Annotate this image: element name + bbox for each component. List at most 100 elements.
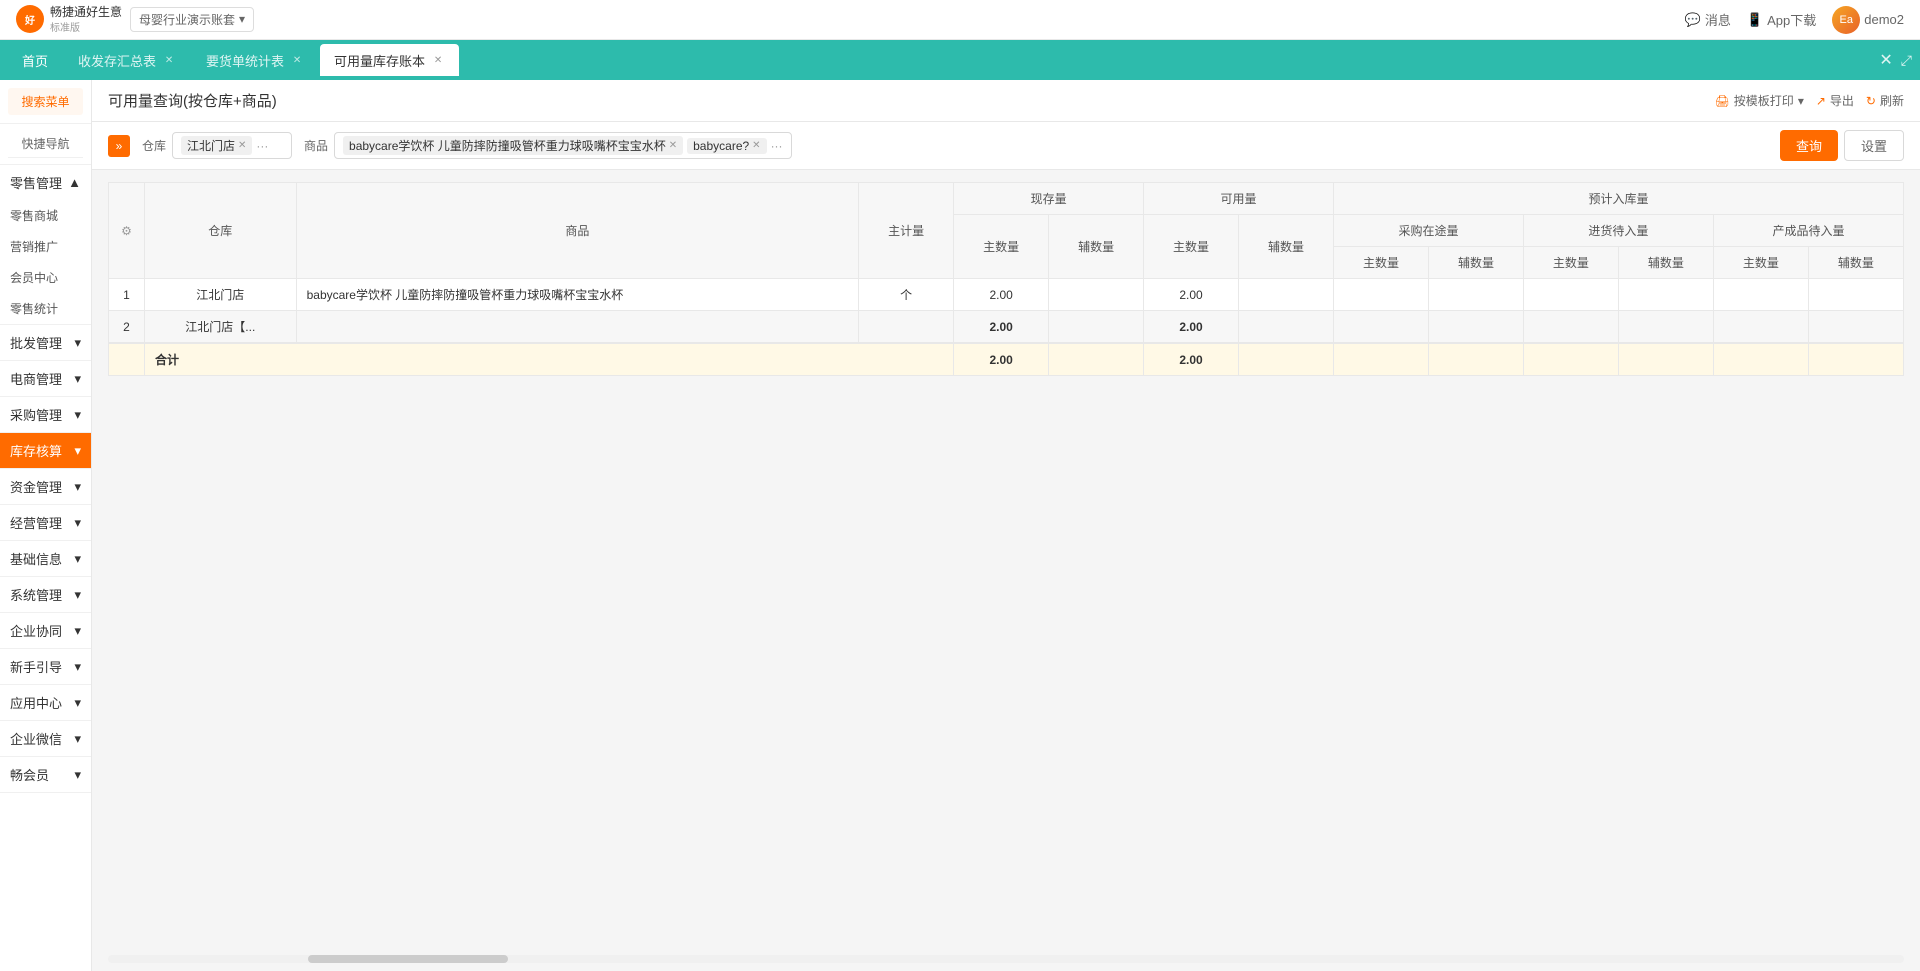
tab-keyong-close[interactable]: ✕ bbox=[431, 53, 445, 67]
table-row: 2 江北门店【... 2.00 2.00 bbox=[109, 311, 1904, 344]
logo-sub: 标准版 bbox=[50, 19, 122, 34]
sidebar-section-kucun-title[interactable]: 库存核算 ▾ bbox=[0, 433, 91, 468]
tab-yaohuo[interactable]: 要货单统计表 ✕ bbox=[192, 44, 318, 76]
quick-nav-button[interactable]: 快捷导航 bbox=[8, 130, 83, 158]
footer-pur-main bbox=[1334, 343, 1429, 376]
user-menu[interactable]: Ea demo2 bbox=[1832, 6, 1904, 34]
nav-close-icon[interactable]: ✕ bbox=[1879, 50, 1892, 70]
table-settings-icon[interactable]: ⚙ bbox=[121, 224, 132, 238]
product-input[interactable]: babycare学饮杯 儿童防摔防撞吸管杯重力球吸嘴杯宝宝水杯 ✕ babyca… bbox=[334, 132, 792, 159]
th-expected-group: 预计入库量 bbox=[1334, 183, 1904, 215]
data-table: ⚙ 仓库 商品 主计量 现存量 可用量 预计入库量 主数量 辅数量 主数量 辅数… bbox=[108, 182, 1904, 376]
sidebar-section-lingxiao: 零售管理 ▲ 零售商城 营销推广 会员中心 零售统计 bbox=[0, 165, 91, 325]
chevron-icon-jichu: ▾ bbox=[74, 551, 81, 567]
sidebar-item-huiyuan[interactable]: 会员中心 bbox=[0, 262, 91, 293]
sidebar-section-jichu-title[interactable]: 基础信息 ▾ bbox=[0, 541, 91, 576]
footer-inc-main bbox=[1523, 343, 1618, 376]
horizontal-scrollbar[interactable] bbox=[108, 955, 1904, 963]
sidebar-section-zijin-title[interactable]: 资金管理 ▾ bbox=[0, 469, 91, 504]
chevron-icon-diandian: ▾ bbox=[74, 371, 81, 387]
settings-button[interactable]: 设置 bbox=[1844, 130, 1904, 161]
table-body: 1 江北门店 babycare学饮杯 儿童防摔防撞吸管杯重力球吸嘴杯宝宝水杯 个… bbox=[109, 279, 1904, 344]
sidebar-section-diandian: 电商管理 ▾ bbox=[0, 361, 91, 397]
sidebar-section-qiye-title[interactable]: 企业协同 ▾ bbox=[0, 613, 91, 648]
app-download-action[interactable]: 📱 App下载 bbox=[1747, 10, 1816, 29]
scroll-thumb[interactable] bbox=[308, 955, 508, 963]
cell-unit-2 bbox=[859, 311, 954, 344]
sidebar-section-qiyeweixin-title[interactable]: 企业微信 ▾ bbox=[0, 721, 91, 756]
cell-avail-aux-1 bbox=[1239, 279, 1334, 311]
chevron-icon: ▲ bbox=[68, 175, 81, 190]
sidebar-section-caigou-title[interactable]: 采购管理 ▾ bbox=[0, 397, 91, 432]
cell-prod-main-1 bbox=[1713, 279, 1808, 311]
sidebar-item-yingxiao[interactable]: 营销推广 bbox=[0, 231, 91, 262]
cell-stock-main-2: 2.00 bbox=[954, 311, 1049, 344]
message-action[interactable]: 💬 消息 bbox=[1685, 10, 1731, 29]
logo-icon: 好 bbox=[16, 5, 44, 33]
filter-bar: » 仓库 江北门店 ✕ ··· 商品 babycare学饮杯 儿童防摔防撞吸管杯… bbox=[92, 122, 1920, 170]
th-stock-group: 现存量 bbox=[954, 183, 1144, 215]
template-select-label: 母婴行业演示账套 bbox=[139, 11, 235, 28]
cell-inc-aux-2 bbox=[1618, 311, 1713, 344]
cell-warehouse-1: 江北门店 bbox=[145, 279, 297, 311]
sidebar-section-pifa-title[interactable]: 批发管理 ▾ bbox=[0, 325, 91, 360]
search-menu-button[interactable]: 搜索菜单 bbox=[8, 88, 83, 115]
template-select[interactable]: 母婴行业演示账套 ▾ bbox=[130, 7, 254, 32]
th-avail-aux: 辅数量 bbox=[1239, 215, 1334, 279]
message-label: 消息 bbox=[1705, 10, 1731, 29]
mobile-icon: 📱 bbox=[1747, 12, 1763, 28]
sidebar-section-lingxiao-title[interactable]: 零售管理 ▲ bbox=[0, 165, 91, 200]
footer-settings-cell bbox=[109, 343, 145, 376]
sidebar-section-kucun: 库存核算 ▾ bbox=[0, 433, 91, 469]
nav-expand-icon[interactable]: ⤢ bbox=[1901, 52, 1912, 69]
export-button[interactable]: ↗ 导出 bbox=[1816, 92, 1854, 109]
warehouse-input[interactable]: 江北门店 ✕ ··· bbox=[172, 132, 292, 159]
cell-warehouse-2: 江北门店【... bbox=[145, 311, 297, 344]
tab-shoufacun-close[interactable]: ✕ bbox=[162, 53, 176, 67]
sidebar-section-xitong-title[interactable]: 系统管理 ▾ bbox=[0, 577, 91, 612]
print-template-button[interactable]: 🖨 按模板打印 ▾ bbox=[1715, 92, 1804, 109]
cell-product-2 bbox=[296, 311, 859, 344]
sidebar-section-xinshou-title[interactable]: 新手引导 ▾ bbox=[0, 649, 91, 684]
tab-yaohuo-close[interactable]: ✕ bbox=[290, 53, 304, 67]
filter-expand-button[interactable]: » bbox=[108, 135, 130, 157]
chevron-icon-zijin: ▾ bbox=[74, 479, 81, 495]
warehouse-tag-close[interactable]: ✕ bbox=[238, 140, 246, 151]
sidebar-section-yingyong-title[interactable]: 应用中心 ▾ bbox=[0, 685, 91, 720]
product-label: 商品 bbox=[304, 137, 328, 154]
tab-keyong[interactable]: 可用量库存账本 ✕ bbox=[320, 44, 459, 76]
print-label: 按模板打印 bbox=[1734, 92, 1794, 109]
tab-home[interactable]: 首页 bbox=[8, 44, 62, 76]
th-settings[interactable]: ⚙ bbox=[109, 183, 145, 279]
chevron-icon-pifa: ▾ bbox=[74, 335, 81, 351]
product-tag-1-close[interactable]: ✕ bbox=[669, 140, 677, 151]
cell-inc-main-1 bbox=[1523, 279, 1618, 311]
footer-prod-aux bbox=[1808, 343, 1903, 376]
sidebar-section-jingying: 经营管理 ▾ bbox=[0, 505, 91, 541]
cell-prod-aux-2 bbox=[1808, 311, 1903, 344]
sidebar-section-pifa: 批发管理 ▾ bbox=[0, 325, 91, 361]
product-tag-2-close[interactable]: ✕ bbox=[752, 140, 760, 151]
sidebar-section-jingying-title[interactable]: 经营管理 ▾ bbox=[0, 505, 91, 540]
sidebar-item-lingxiao-shangcheng[interactable]: 零售商城 bbox=[0, 200, 91, 231]
sidebar-section-qiyeweixin: 企业微信 ▾ bbox=[0, 721, 91, 757]
product-filter-field: 商品 babycare学饮杯 儿童防摔防撞吸管杯重力球吸嘴杯宝宝水杯 ✕ bab… bbox=[304, 132, 792, 159]
sidebar-item-tongji[interactable]: 零售统计 bbox=[0, 293, 91, 324]
warehouse-more-icon[interactable]: ··· bbox=[256, 139, 268, 153]
sidebar-section-changyuan-title[interactable]: 畅会员 ▾ bbox=[0, 757, 91, 792]
main-layout: 搜索菜单 快捷导航 零售管理 ▲ 零售商城 营销推广 会员中心 零售统计 批发管… bbox=[0, 80, 1920, 971]
footer-avail-main: 2.00 bbox=[1144, 343, 1239, 376]
sidebar-section-diandian-title[interactable]: 电商管理 ▾ bbox=[0, 361, 91, 396]
top-bar: 好 畅捷通好生意 标准版 母婴行业演示账套 ▾ 💬 消息 📱 App下载 Ea … bbox=[0, 0, 1920, 40]
product-more-icon[interactable]: ··· bbox=[771, 139, 783, 153]
tab-shoufacun[interactable]: 收发存汇总表 ✕ bbox=[64, 44, 190, 76]
warehouse-filter-field: 仓库 江北门店 ✕ ··· bbox=[142, 132, 292, 159]
query-button[interactable]: 查询 bbox=[1780, 130, 1838, 161]
refresh-button[interactable]: ↻ 刷新 bbox=[1866, 92, 1904, 109]
cell-stock-aux-2 bbox=[1049, 311, 1144, 344]
th-available-group: 可用量 bbox=[1144, 183, 1334, 215]
cell-no-1: 1 bbox=[109, 279, 145, 311]
sidebar-section-jichu: 基础信息 ▾ bbox=[0, 541, 91, 577]
warehouse-label: 仓库 bbox=[142, 137, 166, 154]
cell-prod-aux-1 bbox=[1808, 279, 1903, 311]
